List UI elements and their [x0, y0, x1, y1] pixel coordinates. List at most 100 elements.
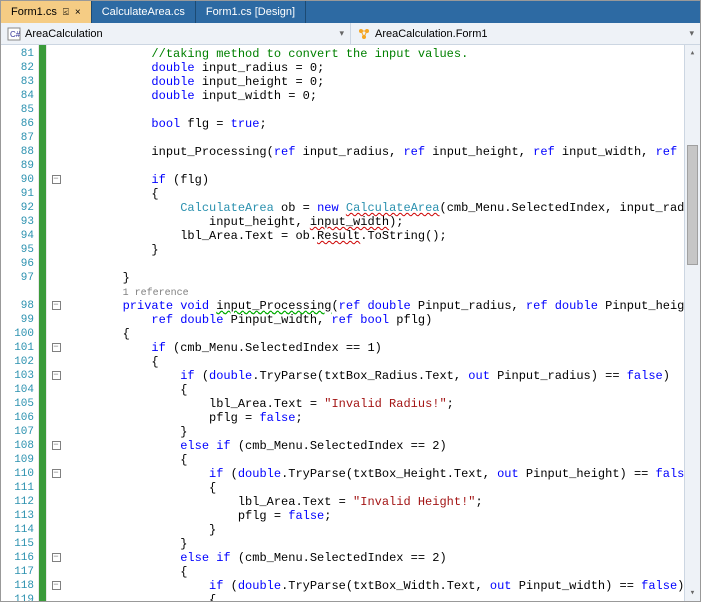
code-line[interactable]: {	[65, 327, 684, 341]
line-number: 103	[1, 369, 34, 383]
line-number: 102	[1, 355, 34, 369]
tab-label: Form1.cs [Design]	[206, 6, 295, 18]
navigation-bar: C# AreaCalculation ▾ AreaCalculation.For…	[1, 23, 700, 45]
code-line[interactable]: pflg = false;	[65, 411, 684, 425]
code-line[interactable]: }	[65, 425, 684, 439]
code-line[interactable]: if (flg)	[65, 173, 684, 187]
code-line[interactable]: {	[65, 565, 684, 579]
code-line[interactable]: pflg = false;	[65, 509, 684, 523]
fold-toggle[interactable]: −	[52, 441, 61, 450]
line-number: 92	[1, 201, 34, 215]
tab-label: Form1.cs	[11, 6, 57, 18]
code-line[interactable]: lbl_Area.Text = "Invalid Height!";	[65, 495, 684, 509]
code-line[interactable]	[65, 159, 684, 173]
fold-cell	[47, 355, 65, 369]
code-line[interactable]: input_height, input_width);	[65, 215, 684, 229]
code-line[interactable]	[65, 131, 684, 145]
fold-cell	[47, 425, 65, 439]
code-line[interactable]: input_Processing(ref input_radius, ref i…	[65, 145, 684, 159]
code-line[interactable]: if (cmb_Menu.SelectedIndex == 1)	[65, 341, 684, 355]
code-line[interactable]: bool flg = true;	[65, 117, 684, 131]
line-number: 82	[1, 61, 34, 75]
fold-toggle[interactable]: −	[52, 301, 61, 310]
fold-cell	[47, 313, 65, 327]
code-line[interactable]: double input_height = 0;	[65, 75, 684, 89]
vertical-scrollbar[interactable]: ▴ ▾	[684, 45, 700, 601]
code-area[interactable]: //taking method to convert the input val…	[65, 45, 684, 601]
fold-gutter: − − − − − − − −	[47, 45, 65, 601]
tab-form1-design[interactable]: Form1.cs [Design]	[196, 1, 306, 23]
fold-cell	[47, 61, 65, 75]
tab-calculatearea-cs[interactable]: CalculateArea.cs	[92, 1, 196, 23]
svg-text:C#: C#	[10, 30, 21, 39]
line-number: 105	[1, 397, 34, 411]
fold-cell: −	[47, 369, 65, 383]
scroll-down-button[interactable]: ▾	[685, 585, 700, 601]
line-number: 91	[1, 187, 34, 201]
nav-namespace-dropdown[interactable]: C# AreaCalculation ▾	[1, 23, 351, 44]
fold-cell	[47, 89, 65, 103]
line-number: 108	[1, 439, 34, 453]
chevron-down-icon: ▾	[339, 28, 344, 39]
code-line[interactable]: {	[65, 383, 684, 397]
csharp-file-icon: C#	[7, 27, 21, 41]
fold-toggle[interactable]: −	[52, 553, 61, 562]
fold-cell	[47, 523, 65, 537]
fold-cell	[47, 285, 65, 299]
scroll-up-button[interactable]: ▴	[685, 45, 700, 61]
fold-cell	[47, 201, 65, 215]
code-line[interactable]: double input_width = 0;	[65, 89, 684, 103]
fold-toggle[interactable]: −	[52, 343, 61, 352]
code-line[interactable]: }	[65, 271, 684, 285]
code-line[interactable]: lbl_Area.Text = ob.Result.ToString();	[65, 229, 684, 243]
line-number: 94	[1, 229, 34, 243]
code-line[interactable]: lbl_Area.Text = "Invalid Radius!";	[65, 397, 684, 411]
line-number: 107	[1, 425, 34, 439]
code-line[interactable]: ref double Pinput_width, ref bool pflg)	[65, 313, 684, 327]
scroll-thumb[interactable]	[687, 145, 698, 265]
code-line[interactable]: //taking method to convert the input val…	[65, 47, 684, 61]
fold-toggle[interactable]: −	[52, 581, 61, 590]
code-line[interactable]	[65, 103, 684, 117]
code-line[interactable]: CalculateArea ob = new CalculateArea(cmb…	[65, 201, 684, 215]
code-line[interactable]	[65, 257, 684, 271]
code-line[interactable]: if (double.TryParse(txtBox_Width.Text, o…	[65, 579, 684, 593]
code-line[interactable]: {	[65, 355, 684, 369]
fold-cell	[47, 145, 65, 159]
fold-cell	[47, 537, 65, 551]
code-line[interactable]: if (double.TryParse(txtBox_Height.Text, …	[65, 467, 684, 481]
code-line[interactable]: 1 reference	[65, 285, 684, 299]
pin-icon[interactable]: ⍃	[63, 7, 69, 18]
fold-cell	[47, 271, 65, 285]
tab-form1-cs[interactable]: Form1.cs ⍃ ×	[1, 1, 92, 23]
line-number: 109	[1, 453, 34, 467]
fold-cell: −	[47, 299, 65, 313]
code-line[interactable]: {	[65, 453, 684, 467]
code-line[interactable]: else if (cmb_Menu.SelectedIndex == 2)	[65, 439, 684, 453]
fold-cell	[47, 117, 65, 131]
code-line[interactable]: private void input_Processing(ref double…	[65, 299, 684, 313]
fold-cell	[47, 243, 65, 257]
fold-cell	[47, 215, 65, 229]
code-line[interactable]: {	[65, 481, 684, 495]
line-number: 111	[1, 481, 34, 495]
close-icon[interactable]: ×	[75, 7, 81, 18]
fold-cell: −	[47, 173, 65, 187]
code-line[interactable]: else if (cmb_Menu.SelectedIndex == 2)	[65, 551, 684, 565]
nav-class-dropdown[interactable]: AreaCalculation.Form1 ▾	[351, 23, 700, 44]
code-line[interactable]: }	[65, 537, 684, 551]
code-line[interactable]: {	[65, 593, 684, 601]
change-marker-gutter	[39, 45, 47, 601]
code-line[interactable]: }	[65, 523, 684, 537]
fold-toggle[interactable]: −	[52, 469, 61, 478]
code-line[interactable]: if (double.TryParse(txtBox_Radius.Text, …	[65, 369, 684, 383]
line-number: 84	[1, 89, 34, 103]
fold-toggle[interactable]: −	[52, 371, 61, 380]
code-line[interactable]: double input_radius = 0;	[65, 61, 684, 75]
nav-namespace-label: AreaCalculation	[25, 28, 103, 40]
code-line[interactable]: }	[65, 243, 684, 257]
fold-toggle[interactable]: −	[52, 175, 61, 184]
line-number: 96	[1, 257, 34, 271]
line-number: 100	[1, 327, 34, 341]
code-line[interactable]: {	[65, 187, 684, 201]
